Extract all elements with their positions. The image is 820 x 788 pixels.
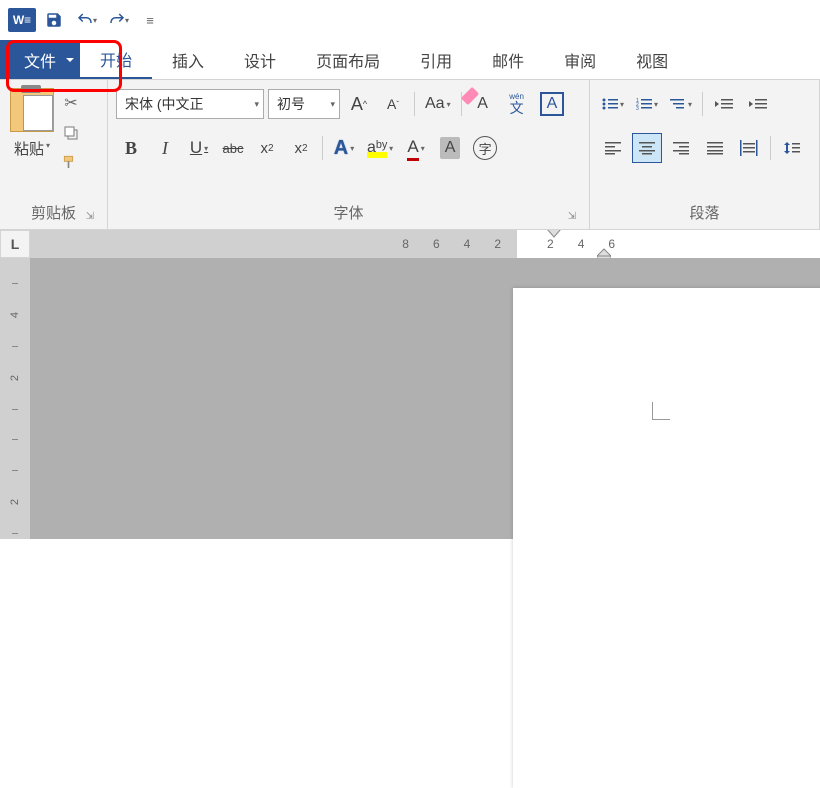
vertical-ruler[interactable]: 4 2 2: [0, 258, 30, 539]
paste-button[interactable]: 粘贴 ▾: [8, 86, 56, 176]
title-bar: W≡ ▾ ▾ ≡: [0, 0, 820, 40]
align-right-button[interactable]: [666, 133, 696, 163]
text-cursor-mark: [652, 402, 670, 420]
app-logo-icon: W≡: [8, 8, 36, 32]
numbering-button[interactable]: 123 ▾: [632, 89, 662, 119]
align-justify-button[interactable]: [700, 133, 730, 163]
superscript-button[interactable]: x2: [286, 133, 316, 163]
group-label-paragraph: 段落: [598, 198, 811, 229]
clipboard-dialog-launcher[interactable]: ⇲: [83, 209, 97, 223]
phonetic-guide-button[interactable]: wén文: [502, 89, 532, 119]
ribbon: 粘贴 ▾ ✂ 剪贴板 ⇲: [0, 80, 820, 230]
decrease-indent-button[interactable]: [709, 89, 739, 119]
bullets-button[interactable]: ▾: [598, 89, 628, 119]
hanging-indent-marker[interactable]: [597, 247, 611, 258]
copy-button[interactable]: [58, 120, 84, 146]
tab-file[interactable]: 文件: [0, 40, 80, 79]
enclose-char-button[interactable]: 字: [469, 133, 501, 163]
shrink-font-button[interactable]: Aˇ: [378, 89, 408, 119]
font-size-combo[interactable]: 初号▾: [268, 89, 340, 119]
tab-selector[interactable]: L: [0, 230, 30, 258]
cut-button[interactable]: ✂: [58, 90, 84, 116]
font-color-button[interactable]: A▾: [401, 133, 431, 163]
svg-text:3: 3: [636, 106, 639, 111]
group-paragraph: ▾ 123 ▾ ▾: [590, 80, 820, 229]
subscript-button[interactable]: x2: [252, 133, 282, 163]
redo-button[interactable]: ▾: [104, 7, 132, 33]
grow-font-button[interactable]: A^: [344, 89, 374, 119]
strikethrough-button[interactable]: abc: [218, 133, 248, 163]
paste-icon: [10, 88, 54, 132]
group-label-font: 字体 ⇲: [116, 198, 581, 229]
font-name-combo[interactable]: 宋体 (中文正▾: [116, 89, 264, 119]
horizontal-ruler[interactable]: 8642 246: [30, 230, 820, 258]
group-label-clipboard: 剪贴板 ⇲: [8, 198, 99, 229]
group-clipboard: 粘贴 ▾ ✂ 剪贴板 ⇲: [0, 80, 108, 229]
align-center-button[interactable]: [632, 133, 662, 163]
paste-label: 粘贴: [14, 138, 44, 159]
underline-button[interactable]: U▾: [184, 133, 214, 163]
multilevel-list-button[interactable]: ▾: [666, 89, 696, 119]
text-effects-button[interactable]: A▾: [329, 133, 359, 163]
qat-customize-button[interactable]: ≡: [136, 7, 164, 33]
tab-review[interactable]: 审阅: [544, 40, 616, 79]
align-left-button[interactable]: [598, 133, 628, 163]
first-line-indent-marker[interactable]: [547, 230, 561, 239]
change-case-button[interactable]: Aa▾: [421, 89, 455, 119]
tab-references[interactable]: 引用: [400, 40, 472, 79]
char-shading-button[interactable]: A: [435, 133, 465, 163]
format-painter-button[interactable]: [58, 150, 84, 176]
document-area: L 8642 246 4 2 2: [0, 230, 820, 539]
highlight-button[interactable]: aᵇʸ▾: [363, 133, 397, 163]
tab-home[interactable]: 开始: [80, 40, 152, 79]
char-border-button[interactable]: A: [536, 89, 569, 119]
bold-button[interactable]: B: [116, 133, 146, 163]
chevron-down-icon: ▾: [46, 141, 50, 150]
tab-layout[interactable]: 页面布局: [296, 40, 400, 79]
tab-design[interactable]: 设计: [224, 40, 296, 79]
chevron-down-icon: ▾: [324, 99, 335, 110]
ribbon-tabs: 文件 开始 插入 设计 页面布局 引用 邮件 审阅 视图: [0, 40, 820, 80]
clear-formatting-button[interactable]: A: [468, 89, 498, 119]
document-page[interactable]: [513, 288, 820, 788]
undo-button[interactable]: ▾: [72, 7, 100, 33]
align-distributed-button[interactable]: [734, 133, 764, 163]
group-font: 宋体 (中文正▾ 初号▾ A^ Aˇ Aa▾ A wén文 A B I U▾ a…: [108, 80, 590, 229]
tab-insert[interactable]: 插入: [152, 40, 224, 79]
font-dialog-launcher[interactable]: ⇲: [565, 209, 579, 223]
increase-indent-button[interactable]: [743, 89, 773, 119]
tab-mailings[interactable]: 邮件: [472, 40, 544, 79]
tab-view[interactable]: 视图: [616, 40, 688, 79]
line-spacing-button[interactable]: [777, 133, 807, 163]
save-button[interactable]: [40, 7, 68, 33]
italic-button[interactable]: I: [150, 133, 180, 163]
chevron-down-icon: ▾: [248, 99, 259, 110]
